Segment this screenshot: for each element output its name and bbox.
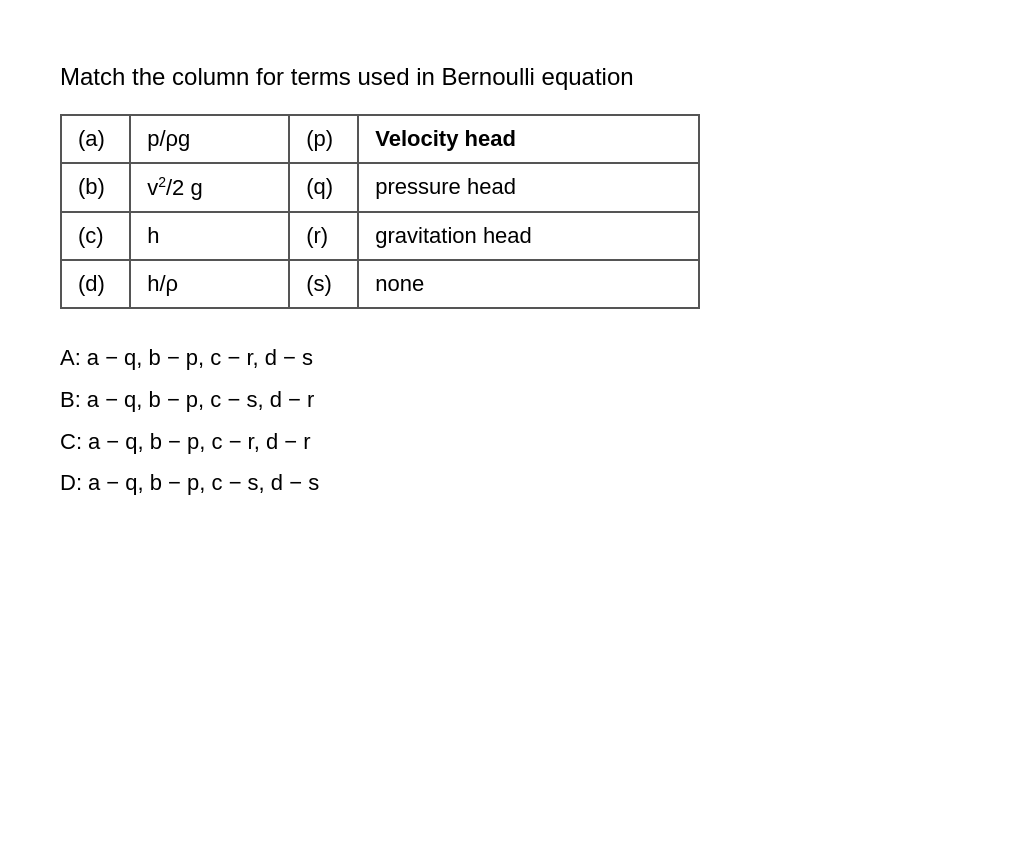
match-table: (a) p/ρg (p) Velocity head (b) v2/2 g (q… bbox=[60, 114, 700, 309]
main-container: Match the column for terms used in Berno… bbox=[60, 60, 700, 504]
table-row: (a) p/ρg (p) Velocity head bbox=[61, 115, 699, 163]
cell-d1: Velocity head bbox=[358, 115, 699, 163]
cell-c1: (p) bbox=[289, 115, 358, 163]
answer-c-text: a − q, b − p, c − r, d − r bbox=[88, 421, 311, 463]
cell-a1: (a) bbox=[61, 115, 130, 163]
answers-section: A: a − q, b − p, c − r, d − s B: a − q, … bbox=[60, 337, 700, 504]
cell-a4: (d) bbox=[61, 260, 130, 308]
cell-a2: (b) bbox=[61, 163, 130, 212]
answer-b-text: a − q, b − p, c − s, d − r bbox=[87, 379, 314, 421]
answer-d-label: D: bbox=[60, 462, 82, 504]
cell-b1: p/ρg bbox=[130, 115, 289, 163]
table-row: (d) h/ρ (s) none bbox=[61, 260, 699, 308]
cell-c2: (q) bbox=[289, 163, 358, 212]
cell-a3: (c) bbox=[61, 212, 130, 260]
cell-d2: pressure head bbox=[358, 163, 699, 212]
cell-c3: (r) bbox=[289, 212, 358, 260]
answer-a-label: A: bbox=[60, 337, 81, 379]
answer-b-label: B: bbox=[60, 379, 81, 421]
cell-b3: h bbox=[130, 212, 289, 260]
table-row: (b) v2/2 g (q) pressure head bbox=[61, 163, 699, 212]
answer-a-text: a − q, b − p, c − r, d − s bbox=[87, 337, 313, 379]
answer-c: C: a − q, b − p, c − r, d − r bbox=[60, 421, 700, 463]
table-row: (c) h (r) gravitation head bbox=[61, 212, 699, 260]
answer-d-text: a − q, b − p, c − s, d − s bbox=[88, 462, 319, 504]
question-text: Match the column for terms used in Berno… bbox=[60, 60, 700, 94]
cell-d4: none bbox=[358, 260, 699, 308]
answer-b: B: a − q, b − p, c − s, d − r bbox=[60, 379, 700, 421]
cell-b2: v2/2 g bbox=[130, 163, 289, 212]
answer-c-label: C: bbox=[60, 421, 82, 463]
cell-d3: gravitation head bbox=[358, 212, 699, 260]
cell-b4: h/ρ bbox=[130, 260, 289, 308]
answer-a: A: a − q, b − p, c − r, d − s bbox=[60, 337, 700, 379]
cell-c4: (s) bbox=[289, 260, 358, 308]
answer-d: D: a − q, b − p, c − s, d − s bbox=[60, 462, 700, 504]
